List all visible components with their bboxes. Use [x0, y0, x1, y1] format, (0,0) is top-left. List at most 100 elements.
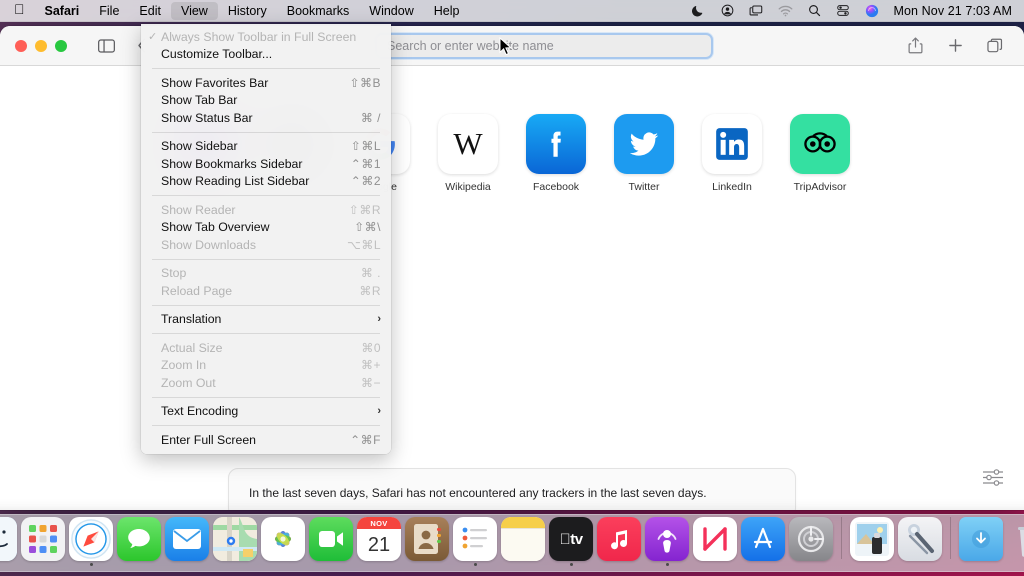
menu-item-stop[interactable]: Stop ⌘ .	[141, 265, 391, 283]
menu-item-customize-toolbar[interactable]: Customize Toolbar...	[141, 46, 391, 64]
menu-item-actual-size[interactable]: Actual Size ⌘0	[141, 339, 391, 357]
new-tab-button[interactable]	[942, 34, 968, 58]
menu-bookmarks[interactable]: Bookmarks	[277, 2, 360, 20]
user-icon[interactable]	[719, 4, 735, 18]
dock-item-reminders[interactable]	[453, 517, 497, 566]
menu-item-zoom-in[interactable]: Zoom In ⌘+	[141, 357, 391, 375]
address-bar[interactable]: Search or enter website name	[375, 33, 713, 59]
menu-divider	[152, 333, 380, 334]
launchpad-icon	[21, 517, 65, 561]
notes-body	[501, 528, 545, 561]
menu-item-label: Show Tab Bar	[161, 93, 237, 107]
siri-icon[interactable]	[864, 4, 880, 18]
menu-item-label: Customize Toolbar...	[161, 47, 272, 61]
dock-item-xcode[interactable]	[898, 517, 942, 566]
share-icon[interactable]	[902, 34, 928, 58]
dock-item-trash[interactable]	[1007, 517, 1024, 566]
menu-item-show-bookmarks-sidebar[interactable]: Show Bookmarks Sidebar ⌃⌘1	[141, 155, 391, 173]
menu-view[interactable]: View	[171, 2, 218, 20]
menu-item-translation[interactable]: Translation ›	[141, 311, 391, 329]
menu-edit[interactable]: Edit	[129, 2, 171, 20]
dock-item-notes[interactable]	[501, 517, 545, 566]
dock-item-facetime[interactable]	[309, 517, 353, 566]
dock-item-finder[interactable]	[0, 517, 17, 566]
close-window-button[interactable]	[15, 40, 27, 52]
address-bar-placeholder: Search or enter website name	[387, 39, 554, 53]
sliders-icon[interactable]	[982, 468, 1006, 488]
running-indicator	[762, 563, 765, 566]
menu-item-zoom-out[interactable]: Zoom Out ⌘−	[141, 374, 391, 392]
dock-item-maps[interactable]	[213, 517, 257, 566]
favorite-label: TripAdvisor	[794, 181, 847, 193]
dock-item-launchpad[interactable]	[21, 517, 65, 566]
minimize-window-button[interactable]	[35, 40, 47, 52]
downloads-folder-icon	[959, 517, 1003, 561]
favorite-wikipedia[interactable]: W Wikipedia	[436, 114, 500, 193]
dock-item-preview[interactable]	[850, 517, 894, 566]
screen-mirroring-icon[interactable]	[748, 4, 764, 18]
menu-item-always-show-toolbar-in-full-screen[interactable]: ✓ Always Show Toolbar in Full Screen	[141, 28, 391, 46]
menu-bar-clock[interactable]: Mon Nov 21 7:03 AM	[893, 4, 1012, 18]
menu-window[interactable]: Window	[359, 2, 423, 20]
dock-item-podcasts[interactable]	[645, 517, 689, 566]
menu-item-shortcut: ⌘ .	[361, 266, 381, 280]
menu-item-show-reader[interactable]: Show Reader ⇧⌘R	[141, 201, 391, 219]
dock-item-photos[interactable]	[261, 517, 305, 566]
sidebar-icon[interactable]	[93, 34, 119, 58]
menu-item-show-status-bar[interactable]: Show Status Bar ⌘ /	[141, 109, 391, 127]
control-center-icon[interactable]	[835, 4, 851, 18]
menu-item-show-downloads[interactable]: Show Downloads ⌥⌘L	[141, 236, 391, 254]
favorite-facebook[interactable]: Facebook	[524, 114, 588, 193]
menu-item-enter-full-screen[interactable]: Enter Full Screen ⌃⌘F	[141, 431, 391, 449]
dock-item-calendar[interactable]: NOV 21	[357, 517, 401, 566]
running-indicator	[90, 563, 93, 566]
moon-icon[interactable]	[690, 4, 706, 18]
calendar-day: 21	[368, 529, 390, 561]
menu-item-label: Always Show Toolbar in Full Screen	[161, 30, 356, 44]
menu-file[interactable]: File	[89, 2, 129, 20]
privacy-report-text: In the last seven days, Safari has not e…	[249, 486, 707, 500]
menu-item-show-favorites-bar[interactable]: Show Favorites Bar ⇧⌘B	[141, 74, 391, 92]
favorite-tripadvisor[interactable]: TripAdvisor	[788, 114, 852, 193]
privacy-report-card[interactable]: In the last seven days, Safari has not e…	[228, 468, 796, 510]
dock-item-appstore[interactable]	[741, 517, 785, 566]
menu-item-shortcut: ⌃⌘2	[351, 174, 381, 188]
favorite-linkedin[interactable]: LinkedIn	[700, 114, 764, 193]
search-icon[interactable]	[806, 4, 822, 18]
music-icon	[597, 517, 641, 561]
dock-item-appletv[interactable]: tv	[549, 517, 593, 566]
dock-item-contacts[interactable]	[405, 517, 449, 566]
tab-overview-icon[interactable]	[982, 34, 1008, 58]
menu-divider	[152, 259, 380, 260]
messages-icon	[117, 517, 161, 561]
dock-item-safari[interactable]	[69, 517, 113, 566]
menu-divider	[152, 195, 380, 196]
menu-item-label: Actual Size	[161, 341, 223, 355]
maximize-window-button[interactable]	[55, 40, 67, 52]
favorite-twitter[interactable]: Twitter	[612, 114, 676, 193]
menu-history[interactable]: History	[218, 2, 277, 20]
menu-item-reload-page[interactable]: Reload Page ⌘R	[141, 282, 391, 300]
apple-logo-icon[interactable]: 	[0, 2, 35, 20]
running-indicator	[474, 563, 477, 566]
menu-help[interactable]: Help	[424, 2, 470, 20]
favorite-label: LinkedIn	[712, 181, 752, 193]
menu-item-label: Zoom In	[161, 358, 206, 372]
menu-item-label: Show Tab Overview	[161, 220, 269, 234]
menu-safari[interactable]: Safari	[35, 2, 90, 20]
dock-item-mail[interactable]	[165, 517, 209, 566]
mouse-cursor	[499, 37, 512, 61]
dock-item-downloads[interactable]	[959, 517, 1003, 566]
dock-item-system-preferences[interactable]	[789, 517, 833, 566]
menu-item-show-reading-list-sidebar[interactable]: Show Reading List Sidebar ⌃⌘2	[141, 173, 391, 191]
menu-item-show-sidebar[interactable]: Show Sidebar ⇧⌘L	[141, 138, 391, 156]
menu-item-show-tab-bar[interactable]: Show Tab Bar	[141, 92, 391, 110]
dock-item-news[interactable]	[693, 517, 737, 566]
wifi-icon[interactable]	[777, 4, 793, 18]
dock-item-messages[interactable]	[117, 517, 161, 566]
dock-item-music[interactable]	[597, 517, 641, 566]
menu-item-show-tab-overview[interactable]: Show Tab Overview ⇧⌘\	[141, 219, 391, 237]
menu-item-text-encoding[interactable]: Text Encoding ›	[141, 403, 391, 421]
menu-item-shortcut: ⌘−	[361, 376, 381, 390]
maps-icon	[213, 517, 257, 561]
